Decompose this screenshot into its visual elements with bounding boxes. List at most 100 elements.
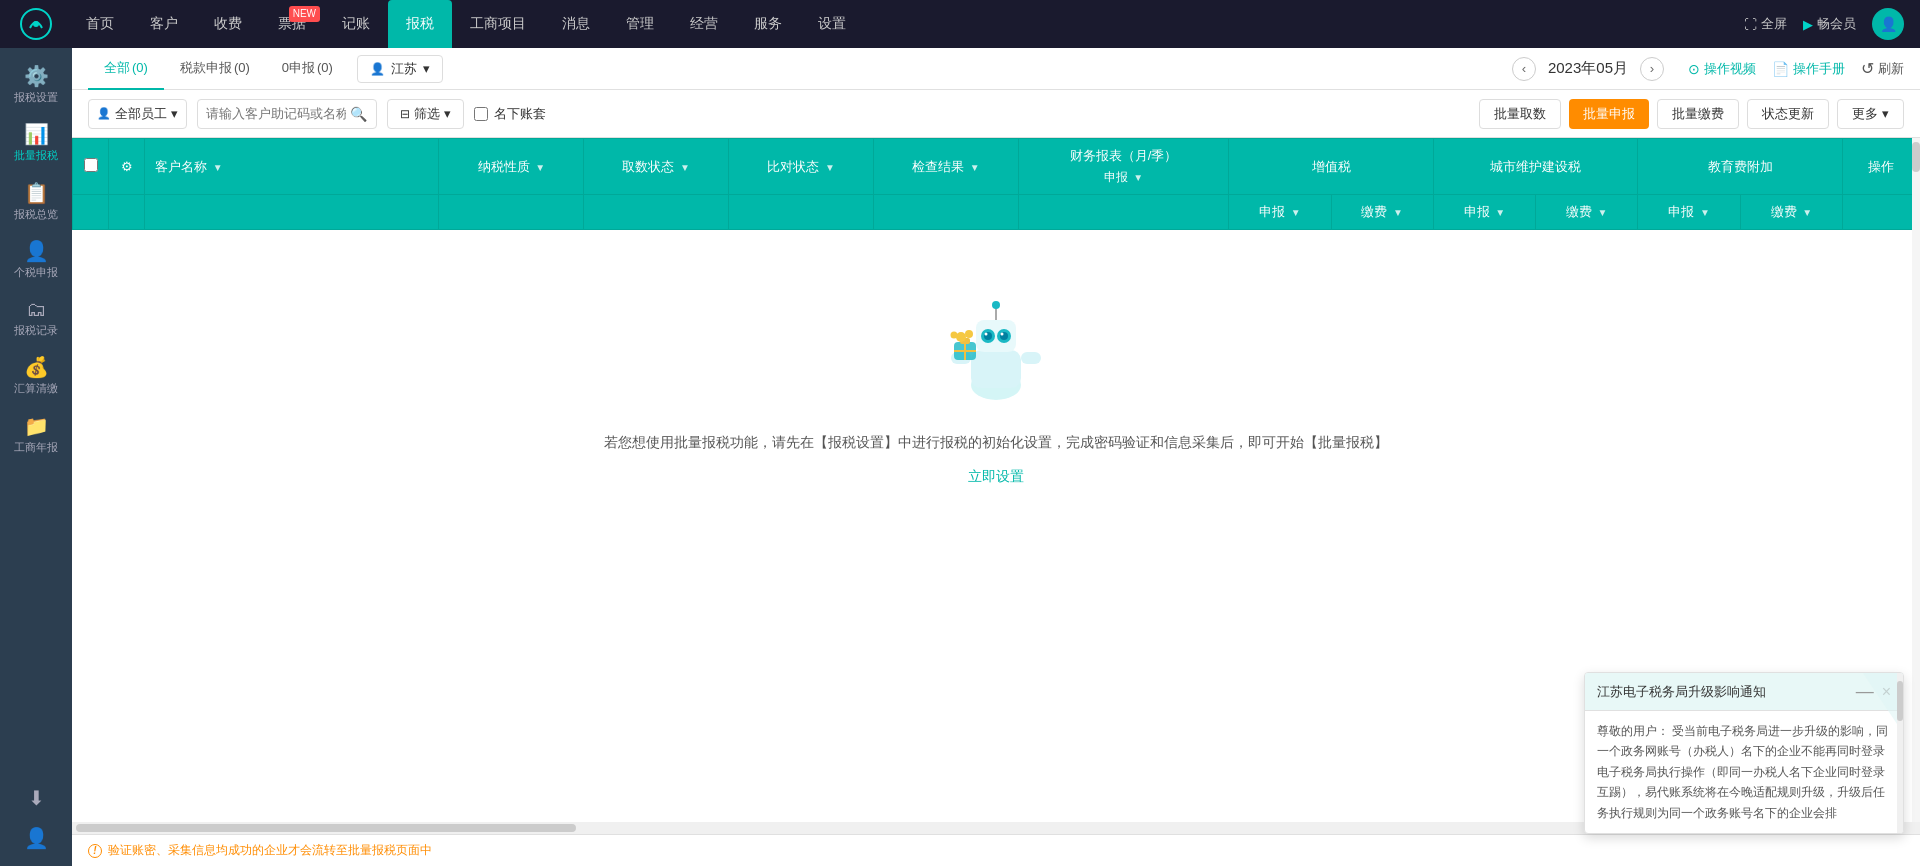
nav-operation[interactable]: 经营 [672,0,736,48]
settings-icon[interactable]: ⚙ [121,159,133,174]
prev-month-button[interactable]: ‹ [1512,57,1536,81]
nav-manage[interactable]: 管理 [608,0,672,48]
nav-customer[interactable]: 客户 [132,0,196,48]
app-logo[interactable] [16,4,56,44]
sidebar-download[interactable]: ⬇ [0,778,72,818]
search-box[interactable]: 🔍 [197,99,377,129]
check-filter-icon[interactable]: ▼ [970,162,980,173]
sidebar-item-settlement[interactable]: 💰 汇算清缴 [0,347,72,405]
notification-scroll-thumb[interactable] [1897,681,1903,721]
batch-pay-button[interactable]: 批量缴费 [1657,99,1739,129]
sidebar-item-tax-settings[interactable]: ⚙️ 报税设置 [0,56,72,114]
filter-button[interactable]: ⊟ 筛选 ▾ [387,99,464,129]
notification-panel: 江苏电子税务局升级影响通知 — × 尊敬的用户： 受当前电子税务局进一步升级的影… [1584,672,1904,834]
customer-filter-icon[interactable]: ▼ [213,162,223,173]
sidebar-item-tax-record[interactable]: 🗂 报税记录 [0,289,72,347]
nav-home[interactable]: 首页 [68,0,132,48]
select-all-checkbox[interactable] [84,158,98,172]
video-icon: ⊙ [1688,61,1700,77]
tabs-right-actions: ⊙ 操作视频 📄 操作手册 ↺ 刷新 [1688,59,1904,78]
top-nav-right: ⛶ 全屏 ▶ 畅会员 👤 [1744,8,1904,40]
account-checkbox-label[interactable]: 名下账套 [474,105,546,123]
sub-city-declare: 申报 ▼ [1433,195,1535,230]
sub-vat-declare: 申报 ▼ [1229,195,1331,230]
fetch-status-filter-icon[interactable]: ▼ [680,162,690,173]
new-badge: NEW [289,6,320,22]
sidebar-label-batch-tax: 批量报税 [14,148,58,162]
col-compare-status: 比对状态 ▼ [729,139,874,195]
compare-filter-icon[interactable]: ▼ [825,162,835,173]
vat-pay-filter[interactable]: ▼ [1393,207,1403,218]
batch-declare-button[interactable]: 批量申报 [1569,99,1649,129]
top-navigation: 首页 客户 收费 票据 NEW 记账 报税 工商项目 消息 管理 经营 服务 设… [0,0,1920,48]
batch-fetch-button[interactable]: 批量取数 [1479,99,1561,129]
employee-select[interactable]: 👤 全部员工 ▾ [88,99,187,129]
city-declare-filter[interactable]: ▼ [1495,207,1505,218]
sidebar-item-annual-report[interactable]: 📁 工商年报 [0,406,72,464]
toolbar-right-buttons: 批量取数 批量申报 批量缴费 状态更新 更多 ▾ [1479,99,1904,129]
sub-empty-6 [729,195,874,230]
city-pay-filter[interactable]: ▼ [1598,207,1608,218]
sub-empty-1 [73,195,109,230]
setup-link[interactable]: 立即设置 [968,468,1024,486]
user-icon: 👤 [24,828,49,848]
filter-chevron-icon: ▾ [444,106,451,121]
nav-message[interactable]: 消息 [544,0,608,48]
manual-icon: 📄 [1772,61,1789,77]
next-month-button[interactable]: › [1640,57,1664,81]
financial-filter-icon[interactable]: ▼ [1133,172,1143,183]
notification-close-btn[interactable]: × [1882,684,1891,700]
fullscreen-btn[interactable]: ⛶ 全屏 [1744,15,1787,33]
customer-name-label: 客户名称 [155,159,207,174]
edu-declare-filter[interactable]: ▼ [1700,207,1710,218]
nav-business[interactable]: 工商项目 [452,0,544,48]
sub-empty-3 [145,195,439,230]
vat-declare-filter[interactable]: ▼ [1291,207,1301,218]
tab-all[interactable]: 全部 (0) [88,48,164,90]
col-checkbox [73,139,109,195]
col-vat: 增值税 [1229,139,1434,195]
sub-empty-5 [584,195,729,230]
batch-tax-icon: 📊 [24,124,49,144]
tab-zero-declaration[interactable]: 0申报 (0) [266,48,349,90]
nav-service[interactable]: 服务 [736,0,800,48]
tab-tax-declaration[interactable]: 税款申报 (0) [164,48,266,90]
account-checkbox[interactable] [474,107,488,121]
vscroll-thumb[interactable] [1912,142,1920,172]
col-customer-name: 客户名称 ▼ [145,139,439,195]
video-action[interactable]: ⊙ 操作视频 [1688,60,1756,78]
sidebar-user[interactable]: 👤 [0,818,72,858]
sidebar-item-batch-tax[interactable]: 📊 批量报税 [0,114,72,172]
nav-revenue[interactable]: 收费 [196,0,260,48]
edu-pay-filter[interactable]: ▼ [1802,207,1812,218]
notification-minimize-btn[interactable]: — [1856,681,1874,702]
user-avatar[interactable]: 👤 [1872,8,1904,40]
employee-chevron-icon: ▾ [171,106,178,121]
col-operation: 操作 [1843,139,1920,195]
sidebar-item-personal-tax[interactable]: 👤 个税申报 [0,231,72,289]
nav-tax[interactable]: 报税 [388,0,452,48]
refresh-button[interactable]: ↺ 刷新 [1861,59,1904,78]
tax-record-icon: 🗂 [26,299,46,319]
hscroll-thumb[interactable] [76,824,576,832]
status-update-button[interactable]: 状态更新 [1747,99,1829,129]
region-selector[interactable]: 👤 江苏 ▾ [357,55,443,83]
bottom-warning-text: 验证账密、采集信息均成功的企业才会流转至批量报税页面中 [108,842,432,859]
sidebar-label-tax-overview: 报税总览 [14,207,58,221]
content-vscrollbar[interactable] [1912,138,1920,822]
empty-state-message: 若您想使用批量报税功能，请先在【报税设置】中进行报税的初始化设置，完成密码验证和… [604,434,1388,452]
notification-scrollbar[interactable] [1897,673,1903,833]
nav-accounting[interactable]: 记账 [324,0,388,48]
nav-settings[interactable]: 设置 [800,0,864,48]
tax-nature-filter-icon[interactable]: ▼ [535,162,545,173]
search-input[interactable] [206,106,346,121]
manual-action[interactable]: 📄 操作手册 [1772,60,1845,78]
more-button[interactable]: 更多 ▾ [1837,99,1904,129]
sidebar-item-tax-overview[interactable]: 📋 报税总览 [0,173,72,231]
member-btn[interactable]: ▶ 畅会员 [1803,15,1856,33]
nav-invoice[interactable]: 票据 NEW [260,0,324,48]
sub-edu-pay: 缴费 ▼ [1740,195,1842,230]
data-table: ⚙ 客户名称 ▼ 纳税性质 ▼ 取数状态 ▼ [72,138,1920,526]
chevron-down-icon: ▾ [423,61,430,76]
financial-sub-label: 申报 ▼ [1029,169,1218,186]
